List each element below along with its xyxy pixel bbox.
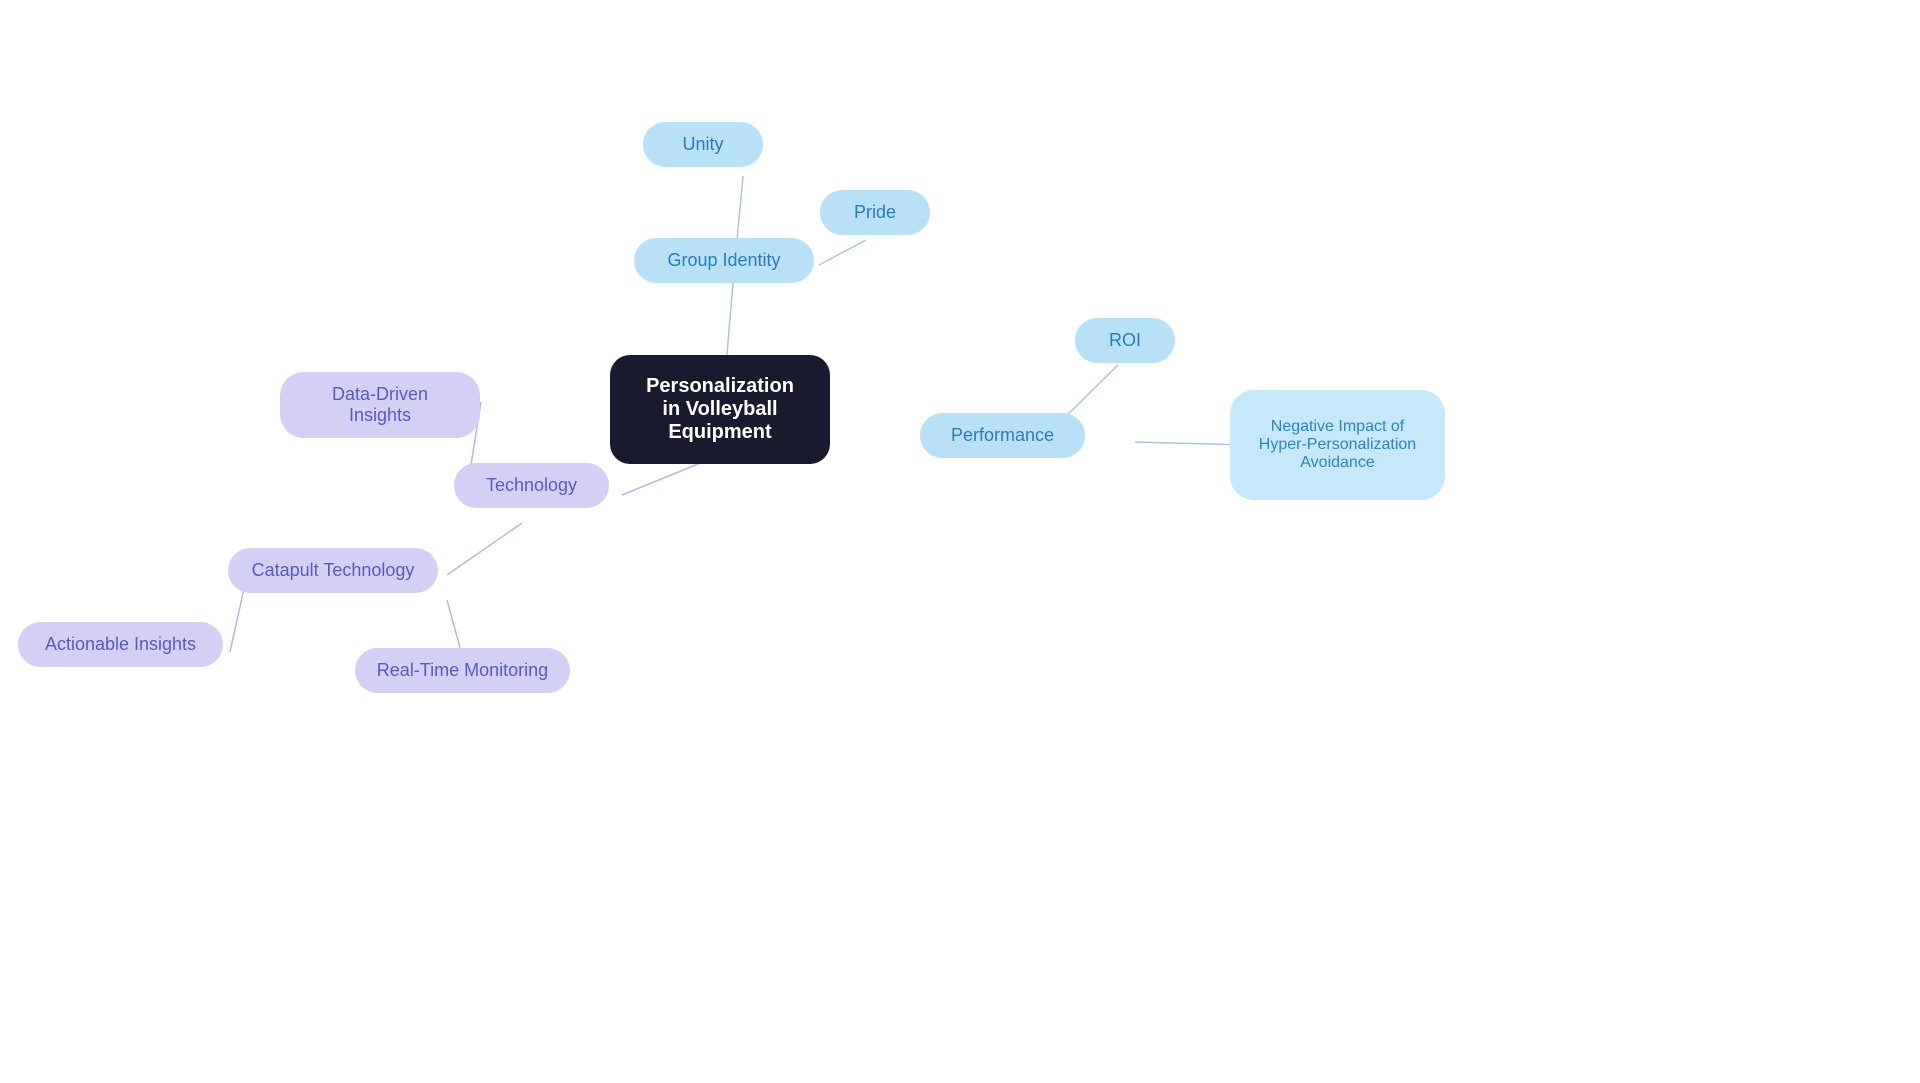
performance-node: Performance	[920, 413, 1085, 458]
real-time-monitoring-node: Real-Time Monitoring	[355, 648, 570, 693]
technology-node: Technology	[454, 463, 609, 508]
catapult-technology-node: Catapult Technology	[228, 548, 438, 593]
roi-node: ROI	[1075, 318, 1175, 363]
actionable-insights-node: Actionable Insights	[18, 622, 223, 667]
negative-impact-node: Negative Impact of Hyper-Personalization…	[1230, 390, 1445, 500]
pride-node: Pride	[820, 190, 930, 235]
center-node: Personalization in Volleyball Equipment	[610, 355, 830, 464]
data-driven-insights-node: Data-Driven Insights	[280, 372, 480, 438]
group-identity-node: Group Identity	[634, 238, 814, 283]
unity-node: Unity	[643, 122, 763, 167]
